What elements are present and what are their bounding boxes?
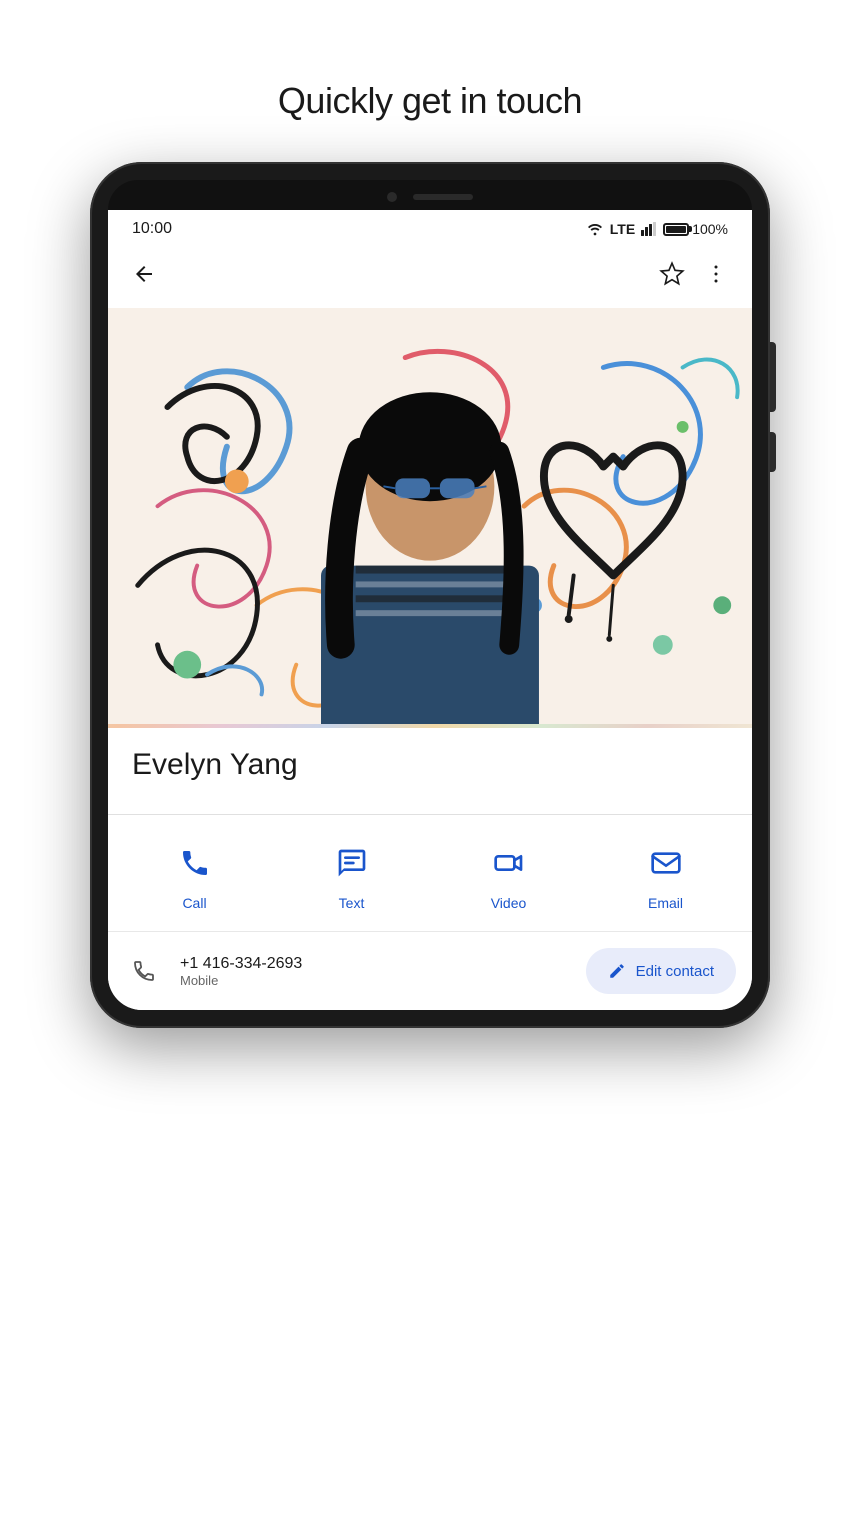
phone-device: 10:00 LTE bbox=[90, 162, 770, 1028]
video-label: Video bbox=[491, 895, 527, 911]
battery-icon bbox=[663, 223, 689, 236]
app-bar-actions bbox=[652, 254, 736, 294]
edit-icon bbox=[608, 962, 626, 980]
phone-screen: 10:00 LTE bbox=[108, 210, 752, 1010]
phone-type: Mobile bbox=[180, 973, 570, 988]
camera-dot bbox=[387, 192, 397, 202]
email-icon bbox=[642, 839, 690, 887]
wifi-icon bbox=[586, 222, 604, 236]
status-icons: LTE 100% bbox=[586, 221, 728, 237]
edit-contact-label: Edit contact bbox=[636, 963, 714, 980]
status-bar: 10:00 LTE bbox=[108, 210, 752, 244]
phone-number: +1 416-334-2693 bbox=[180, 955, 570, 973]
phone-outer-frame: 10:00 LTE bbox=[90, 162, 770, 1028]
app-bar bbox=[108, 244, 752, 308]
email-button[interactable]: Email bbox=[587, 839, 744, 911]
phone-notch bbox=[108, 180, 752, 210]
battery-percent: 100% bbox=[692, 221, 728, 237]
call-button[interactable]: Call bbox=[116, 839, 273, 911]
back-button[interactable] bbox=[124, 254, 164, 294]
phone-number-row: +1 416-334-2693 Mobile Edit contact bbox=[108, 931, 752, 1010]
favorite-button[interactable] bbox=[652, 254, 692, 294]
battery-container: 100% bbox=[663, 221, 728, 237]
more-options-button[interactable] bbox=[696, 254, 736, 294]
action-buttons-row: Call Text bbox=[108, 823, 752, 931]
status-time: 10:00 bbox=[132, 220, 172, 238]
call-label: Call bbox=[182, 895, 206, 911]
signal-icon bbox=[641, 222, 657, 236]
call-icon bbox=[171, 839, 219, 887]
contact-name: Evelyn Yang bbox=[132, 748, 728, 782]
phone-detail: +1 416-334-2693 Mobile bbox=[180, 955, 570, 988]
page-title: Quickly get in touch bbox=[278, 80, 582, 122]
speaker-grille bbox=[413, 194, 473, 200]
text-icon bbox=[328, 839, 376, 887]
text-label: Text bbox=[339, 895, 365, 911]
lte-label: LTE bbox=[610, 221, 635, 237]
graffiti-background bbox=[108, 308, 752, 724]
more-vert-icon bbox=[704, 262, 728, 286]
phone-number-icon bbox=[124, 951, 164, 991]
text-button[interactable]: Text bbox=[273, 839, 430, 911]
video-button[interactable]: Video bbox=[430, 839, 587, 911]
video-icon bbox=[485, 839, 533, 887]
contact-photo bbox=[108, 308, 752, 728]
star-icon bbox=[659, 261, 685, 287]
contact-info: Evelyn Yang bbox=[108, 728, 752, 814]
edit-contact-button[interactable]: Edit contact bbox=[586, 948, 736, 994]
divider bbox=[108, 814, 752, 815]
email-label: Email bbox=[648, 895, 683, 911]
back-arrow-icon bbox=[132, 262, 156, 286]
battery-fill bbox=[666, 226, 686, 233]
